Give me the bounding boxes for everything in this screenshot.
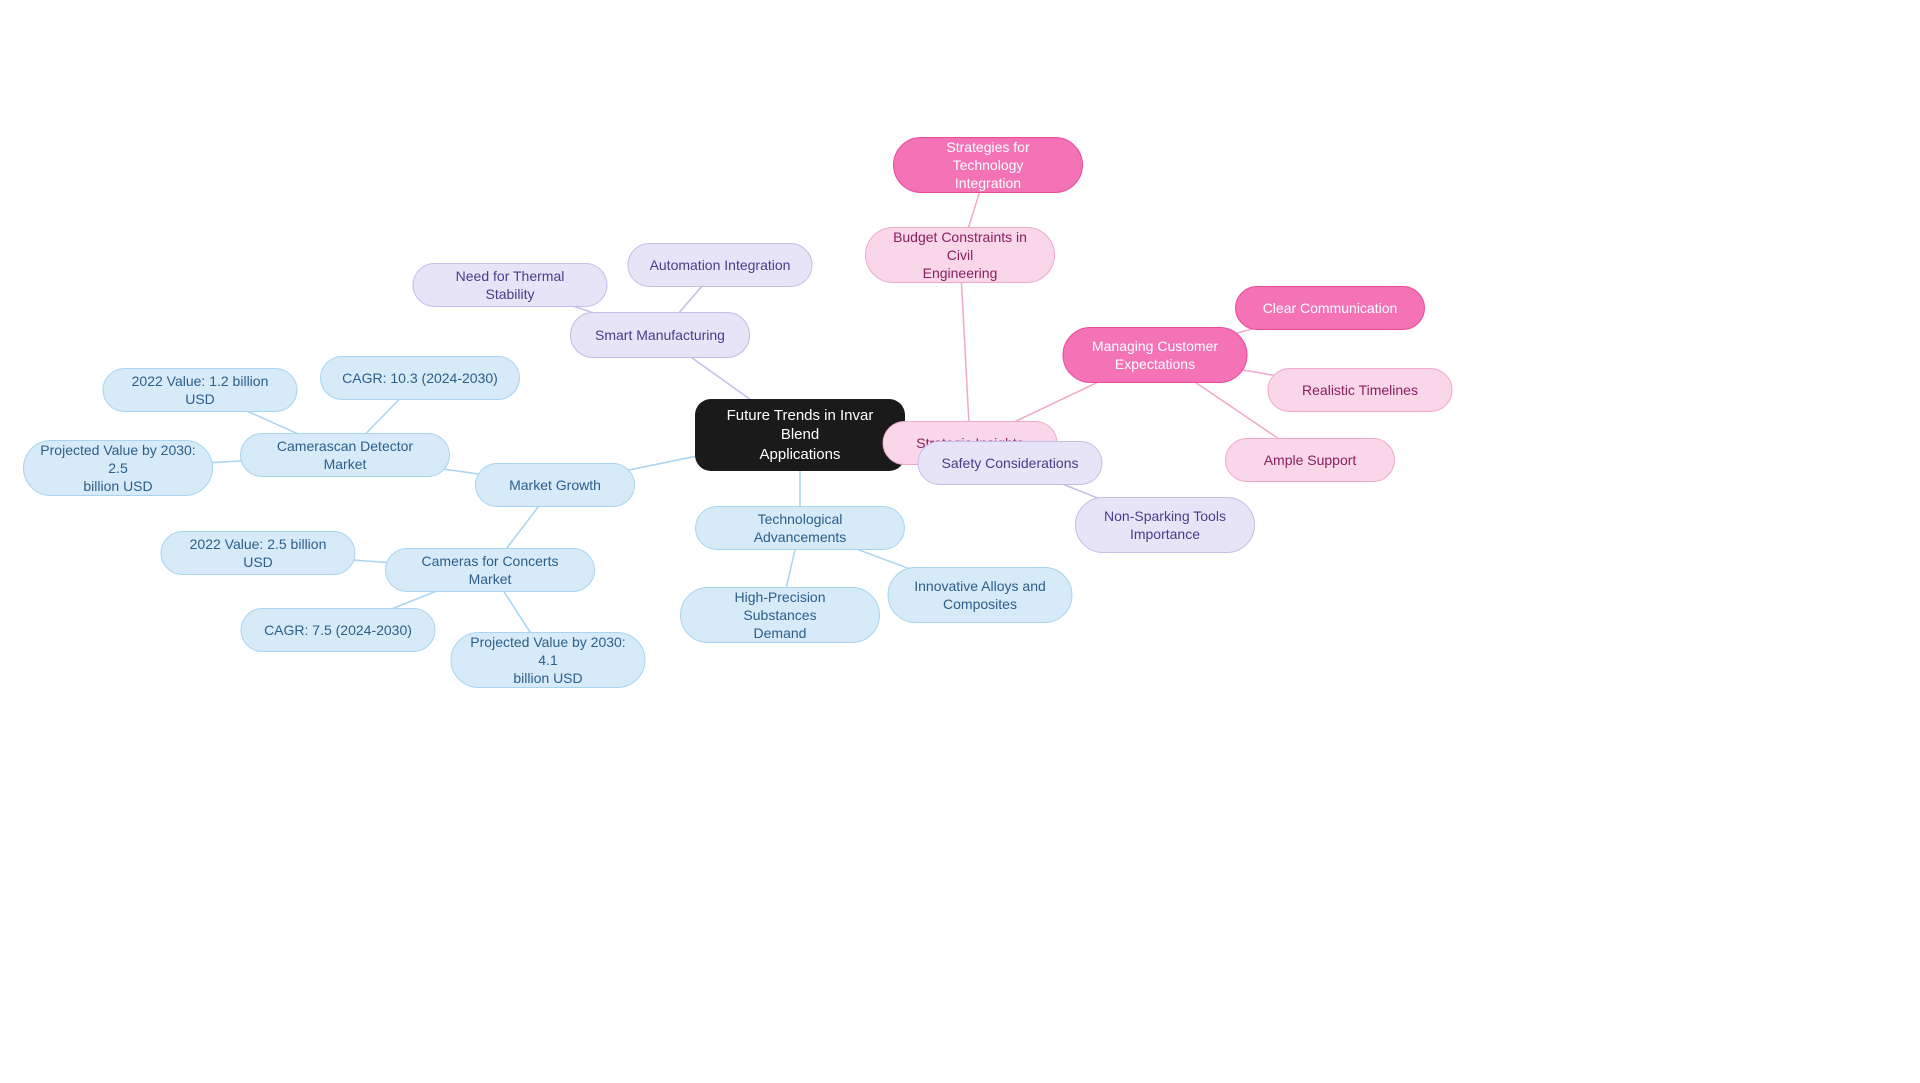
- clear-communication-label: Clear Communication: [1263, 299, 1398, 317]
- innovative-alloys-node[interactable]: Innovative Alloys and Composites: [888, 567, 1073, 623]
- automation-integration-node[interactable]: Automation Integration: [628, 243, 813, 287]
- high-precision-label: High-Precision Substances Demand: [697, 588, 863, 643]
- budget-constraints-label: Budget Constraints in Civil Engineering: [882, 228, 1038, 283]
- camerascan-detector-node[interactable]: Camerascan Detector Market: [240, 433, 450, 477]
- clear-communication-node[interactable]: Clear Communication: [1235, 286, 1425, 330]
- cagr-2-label: CAGR: 7.5 (2024-2030): [264, 621, 412, 639]
- need-thermal-stability-label: Need for Thermal Stability: [430, 267, 591, 303]
- need-thermal-stability-node[interactable]: Need for Thermal Stability: [413, 263, 608, 307]
- proj-2030-1-label: Projected Value by 2030: 2.5 billion USD: [40, 441, 196, 496]
- automation-integration-label: Automation Integration: [650, 256, 791, 274]
- realistic-timelines-node[interactable]: Realistic Timelines: [1268, 368, 1453, 412]
- market-growth-label: Market Growth: [509, 476, 601, 494]
- ample-support-label: Ample Support: [1264, 451, 1357, 469]
- proj-2030-2-label: Projected Value by 2030: 4.1 billion USD: [468, 633, 629, 688]
- proj-2030-1-node[interactable]: Projected Value by 2030: 2.5 billion USD: [23, 440, 213, 496]
- val-2022-2-node[interactable]: 2022 Value: 2.5 billion USD: [161, 531, 356, 575]
- budget-constraints-node[interactable]: Budget Constraints in Civil Engineering: [865, 227, 1055, 283]
- cagr-1-node[interactable]: CAGR: 10.3 (2024-2030): [320, 356, 520, 400]
- center-node-label: Future Trends in Invar Blend Application…: [711, 406, 889, 465]
- safety-considerations-label: Safety Considerations: [942, 454, 1079, 472]
- high-precision-node[interactable]: High-Precision Substances Demand: [680, 587, 880, 643]
- strategies-tech-label: Strategies for Technology Integration: [910, 138, 1066, 193]
- smart-manufacturing-node[interactable]: Smart Manufacturing: [570, 312, 750, 358]
- cameras-concerts-node[interactable]: Cameras for Concerts Market: [385, 548, 595, 592]
- camerascan-detector-label: Camerascan Detector Market: [257, 437, 433, 473]
- tech-advancements-node[interactable]: Technological Advancements: [695, 506, 905, 550]
- tech-advancements-label: Technological Advancements: [712, 510, 888, 546]
- safety-considerations-node[interactable]: Safety Considerations: [918, 441, 1103, 485]
- strategies-tech-node[interactable]: Strategies for Technology Integration: [893, 137, 1083, 193]
- val-2022-2-label: 2022 Value: 2.5 billion USD: [178, 535, 339, 571]
- innovative-alloys-label: Innovative Alloys and Composites: [914, 577, 1046, 613]
- cagr-1-label: CAGR: 10.3 (2024-2030): [342, 369, 498, 387]
- center-node[interactable]: Future Trends in Invar Blend Application…: [695, 399, 905, 471]
- ample-support-node[interactable]: Ample Support: [1225, 438, 1395, 482]
- realistic-timelines-label: Realistic Timelines: [1302, 381, 1418, 399]
- managing-customer-label: Managing Customer Expectations: [1092, 337, 1218, 373]
- smart-manufacturing-label: Smart Manufacturing: [595, 326, 725, 344]
- market-growth-node[interactable]: Market Growth: [475, 463, 635, 507]
- cagr-2-node[interactable]: CAGR: 7.5 (2024-2030): [241, 608, 436, 652]
- proj-2030-2-node[interactable]: Projected Value by 2030: 4.1 billion USD: [451, 632, 646, 688]
- val-2022-1-label: 2022 Value: 1.2 billion USD: [120, 372, 281, 408]
- managing-customer-node[interactable]: Managing Customer Expectations: [1063, 327, 1248, 383]
- non-sparking-label: Non-Sparking Tools Importance: [1104, 507, 1226, 543]
- non-sparking-node[interactable]: Non-Sparking Tools Importance: [1075, 497, 1255, 553]
- cameras-concerts-label: Cameras for Concerts Market: [402, 552, 578, 588]
- val-2022-1-node[interactable]: 2022 Value: 1.2 billion USD: [103, 368, 298, 412]
